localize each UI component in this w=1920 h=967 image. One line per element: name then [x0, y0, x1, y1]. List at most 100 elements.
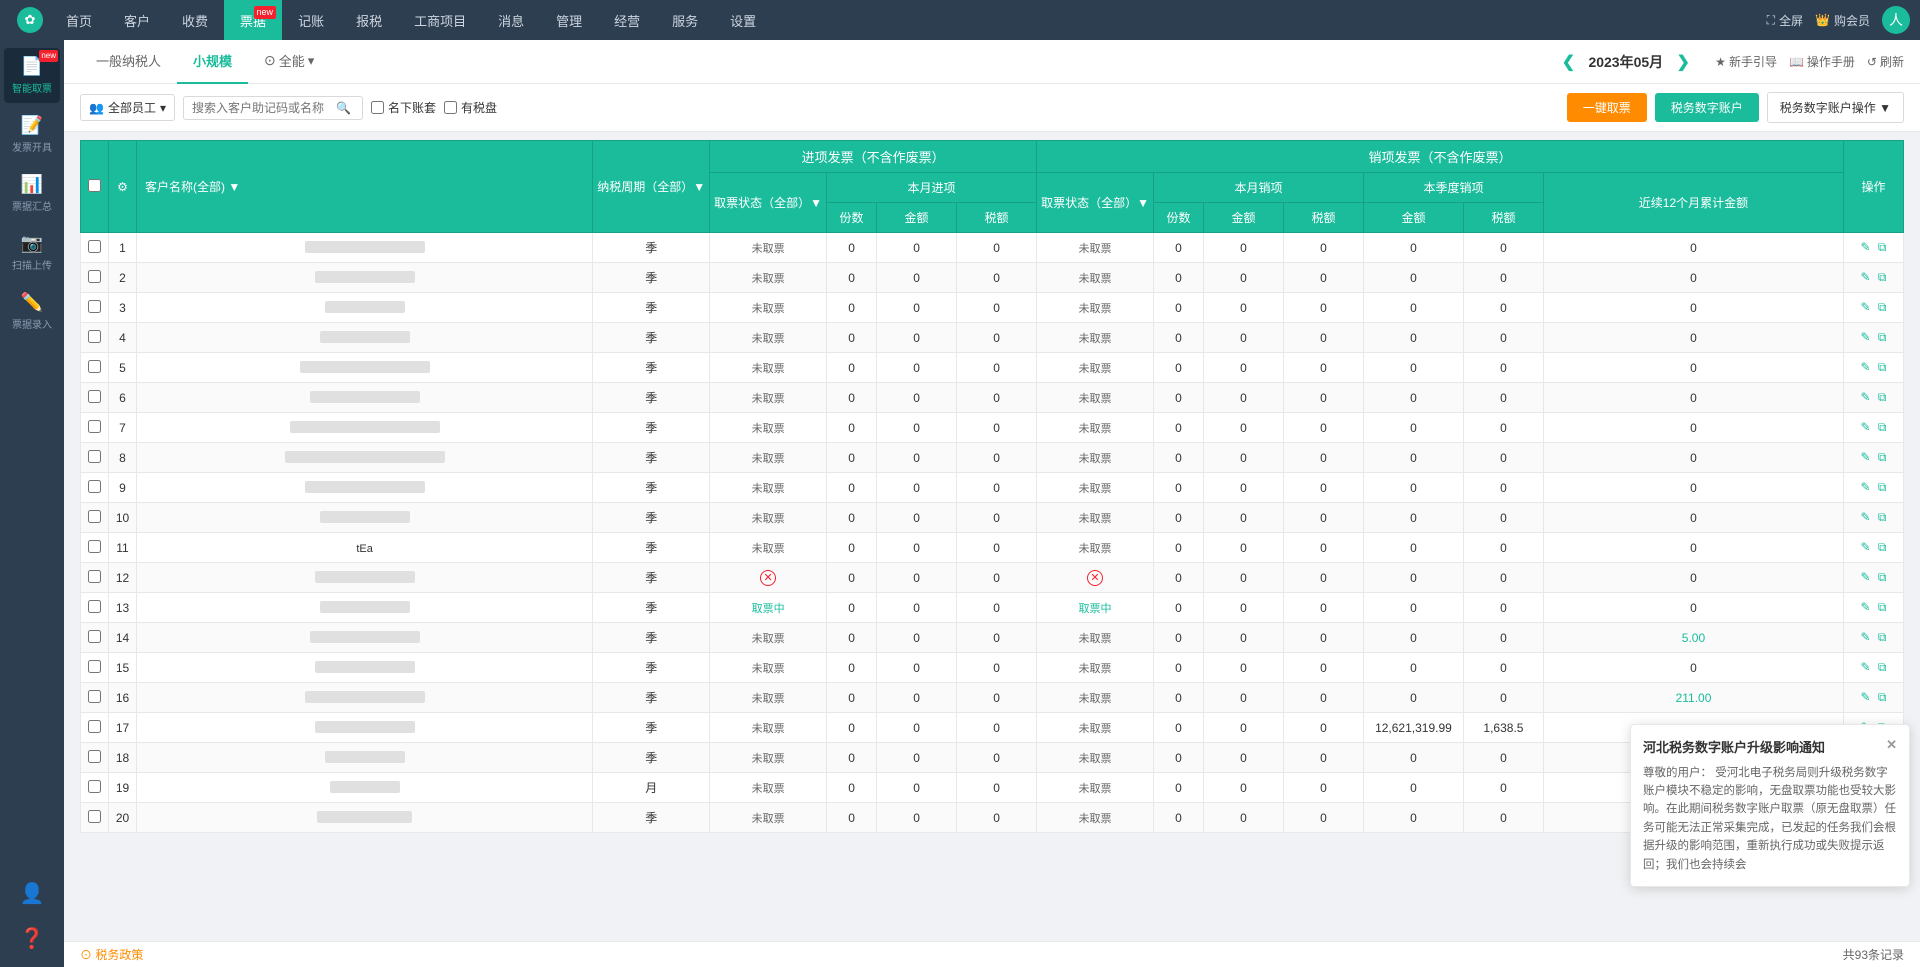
row-checkbox[interactable] — [88, 360, 101, 373]
edit-btn[interactable]: ✎ — [1861, 360, 1871, 374]
sidebar-item-issue[interactable]: 📝 发票开具 — [4, 107, 60, 162]
employee-filter[interactable]: 👥 全部员工 ▾ — [80, 94, 175, 121]
avatar[interactable]: 人 — [1882, 6, 1910, 34]
row-checkbox[interactable] — [88, 510, 101, 523]
nav-home[interactable]: 首页 — [50, 0, 108, 40]
row-checkbox[interactable] — [88, 540, 101, 553]
edit-btn[interactable]: ✎ — [1861, 660, 1871, 674]
row-checkbox[interactable] — [88, 780, 101, 793]
edit-btn[interactable]: ✎ — [1861, 330, 1871, 344]
copy-btn[interactable]: ⧉ — [1878, 360, 1887, 374]
digital-account-ops-btn[interactable]: 税务数字账户操作 ▼ — [1767, 92, 1904, 123]
tab-all[interactable]: ⊙ 全能 ▾ — [248, 40, 330, 84]
tax-disk-check[interactable] — [444, 101, 457, 114]
edit-btn[interactable]: ✎ — [1861, 630, 1871, 644]
edit-btn[interactable]: ✎ — [1861, 270, 1871, 284]
sidebar-item-help[interactable]: ❓ — [4, 918, 60, 959]
sidebar-item-entry[interactable]: ✏️ 票据录入 — [4, 284, 60, 339]
copy-btn[interactable]: ⧉ — [1878, 630, 1887, 644]
sidebar-item-smart-invoice[interactable]: 📄 智能取票 new — [4, 48, 60, 103]
error-status-icon[interactable]: ✕ — [760, 570, 776, 586]
th-tax-period[interactable]: 纳税周期（全部）▼ — [593, 141, 710, 233]
nav-tax[interactable]: 报税 — [340, 0, 398, 40]
edit-btn[interactable]: ✎ — [1861, 240, 1871, 254]
sidebar-item-summary[interactable]: 📊 票据汇总 — [4, 166, 60, 221]
row-checkbox[interactable] — [88, 630, 101, 643]
edit-btn[interactable]: ✎ — [1861, 570, 1871, 584]
member-btn[interactable]: 👑 购会员 — [1815, 12, 1870, 29]
th-customer-name[interactable]: 客户名称(全部) ▼ — [137, 141, 593, 233]
nav-invoice[interactable]: 票据 new — [224, 0, 282, 40]
copy-btn[interactable]: ⧉ — [1878, 420, 1887, 434]
copy-btn[interactable]: ⧉ — [1878, 690, 1887, 704]
tab-small[interactable]: 小规模 — [177, 40, 248, 84]
copy-btn[interactable]: ⧉ — [1878, 240, 1887, 254]
row-checkbox[interactable] — [88, 690, 101, 703]
edit-btn[interactable]: ✎ — [1861, 300, 1871, 314]
digital-account-btn[interactable]: 税务数字账户 — [1655, 93, 1759, 122]
nav-income[interactable]: 收费 — [166, 0, 224, 40]
row-checkbox[interactable] — [88, 240, 101, 253]
edit-btn[interactable]: ✎ — [1861, 510, 1871, 524]
nav-operation[interactable]: 经营 — [598, 0, 656, 40]
row-checkbox[interactable] — [88, 660, 101, 673]
nav-account[interactable]: 记账 — [282, 0, 340, 40]
one-click-fetch-btn[interactable]: 一键取票 — [1567, 93, 1647, 122]
row-checkbox[interactable] — [88, 480, 101, 493]
edit-btn[interactable]: ✎ — [1861, 390, 1871, 404]
row-checkbox[interactable] — [88, 300, 101, 313]
copy-btn[interactable]: ⧉ — [1878, 270, 1887, 284]
notification-close-btn[interactable]: ✕ — [1886, 737, 1897, 756]
copy-btn[interactable]: ⧉ — [1878, 660, 1887, 674]
search-box[interactable]: 🔍 — [183, 96, 363, 120]
nav-customer[interactable]: 客户 — [108, 0, 166, 40]
copy-btn[interactable]: ⧉ — [1878, 390, 1887, 404]
edit-btn[interactable]: ✎ — [1861, 420, 1871, 434]
next-month-btn[interactable]: ❯ — [1671, 50, 1695, 74]
select-all-checkbox[interactable] — [88, 179, 101, 192]
copy-btn[interactable]: ⧉ — [1878, 570, 1887, 584]
sub-account-check[interactable] — [371, 101, 384, 114]
row-checkbox[interactable] — [88, 750, 101, 763]
tab-general[interactable]: 一般纳税人 — [80, 40, 177, 84]
row-checkbox[interactable] — [88, 420, 101, 433]
copy-btn[interactable]: ⧉ — [1878, 600, 1887, 614]
nav-manage[interactable]: 管理 — [540, 0, 598, 40]
sub-account-checkbox[interactable]: 名下账套 — [371, 99, 436, 116]
row-checkbox[interactable] — [88, 330, 101, 343]
row-checkbox[interactable] — [88, 450, 101, 463]
sidebar-item-scan[interactable]: 📷 扫描上传 — [4, 225, 60, 280]
error-status-icon-out[interactable]: ✕ — [1087, 570, 1103, 586]
new-guide-btn[interactable]: ★ 新手引导 — [1715, 53, 1777, 70]
row-checkbox[interactable] — [88, 390, 101, 403]
th-out-status[interactable]: 取票状态（全部）▼ — [1037, 173, 1154, 233]
row-checkbox[interactable] — [88, 570, 101, 583]
refresh-btn[interactable]: ↺ 刷新 — [1867, 53, 1904, 70]
th-in-status[interactable]: 取票状态（全部）▼ — [710, 173, 827, 233]
row-checkbox[interactable] — [88, 810, 101, 823]
nav-setting[interactable]: 设置 — [714, 0, 772, 40]
copy-btn[interactable]: ⧉ — [1878, 300, 1887, 314]
copy-btn[interactable]: ⧉ — [1878, 480, 1887, 494]
edit-btn[interactable]: ✎ — [1861, 450, 1871, 464]
copy-btn[interactable]: ⧉ — [1878, 540, 1887, 554]
copy-btn[interactable]: ⧉ — [1878, 510, 1887, 524]
fullscreen-btn[interactable]: ⛶ 全屏 — [1767, 12, 1803, 29]
copy-btn[interactable]: ⧉ — [1878, 450, 1887, 464]
nav-biz[interactable]: 工商项目 — [398, 0, 482, 40]
copy-btn[interactable]: ⧉ — [1878, 330, 1887, 344]
row-checkbox[interactable] — [88, 270, 101, 283]
row-checkbox[interactable] — [88, 720, 101, 733]
edit-btn[interactable]: ✎ — [1861, 690, 1871, 704]
sidebar-item-user[interactable]: 👤 — [4, 873, 60, 914]
row-checkbox[interactable] — [88, 600, 101, 613]
edit-btn[interactable]: ✎ — [1861, 480, 1871, 494]
edit-btn[interactable]: ✎ — [1861, 600, 1871, 614]
prev-month-btn[interactable]: ❮ — [1556, 50, 1580, 74]
search-input[interactable] — [192, 101, 332, 115]
policy-link[interactable]: ⊙ 税务政策 — [80, 946, 143, 963]
nav-service[interactable]: 服务 — [656, 0, 714, 40]
edit-btn[interactable]: ✎ — [1861, 540, 1871, 554]
tax-disk-checkbox[interactable]: 有税盘 — [444, 99, 497, 116]
nav-msg[interactable]: 消息 — [482, 0, 540, 40]
